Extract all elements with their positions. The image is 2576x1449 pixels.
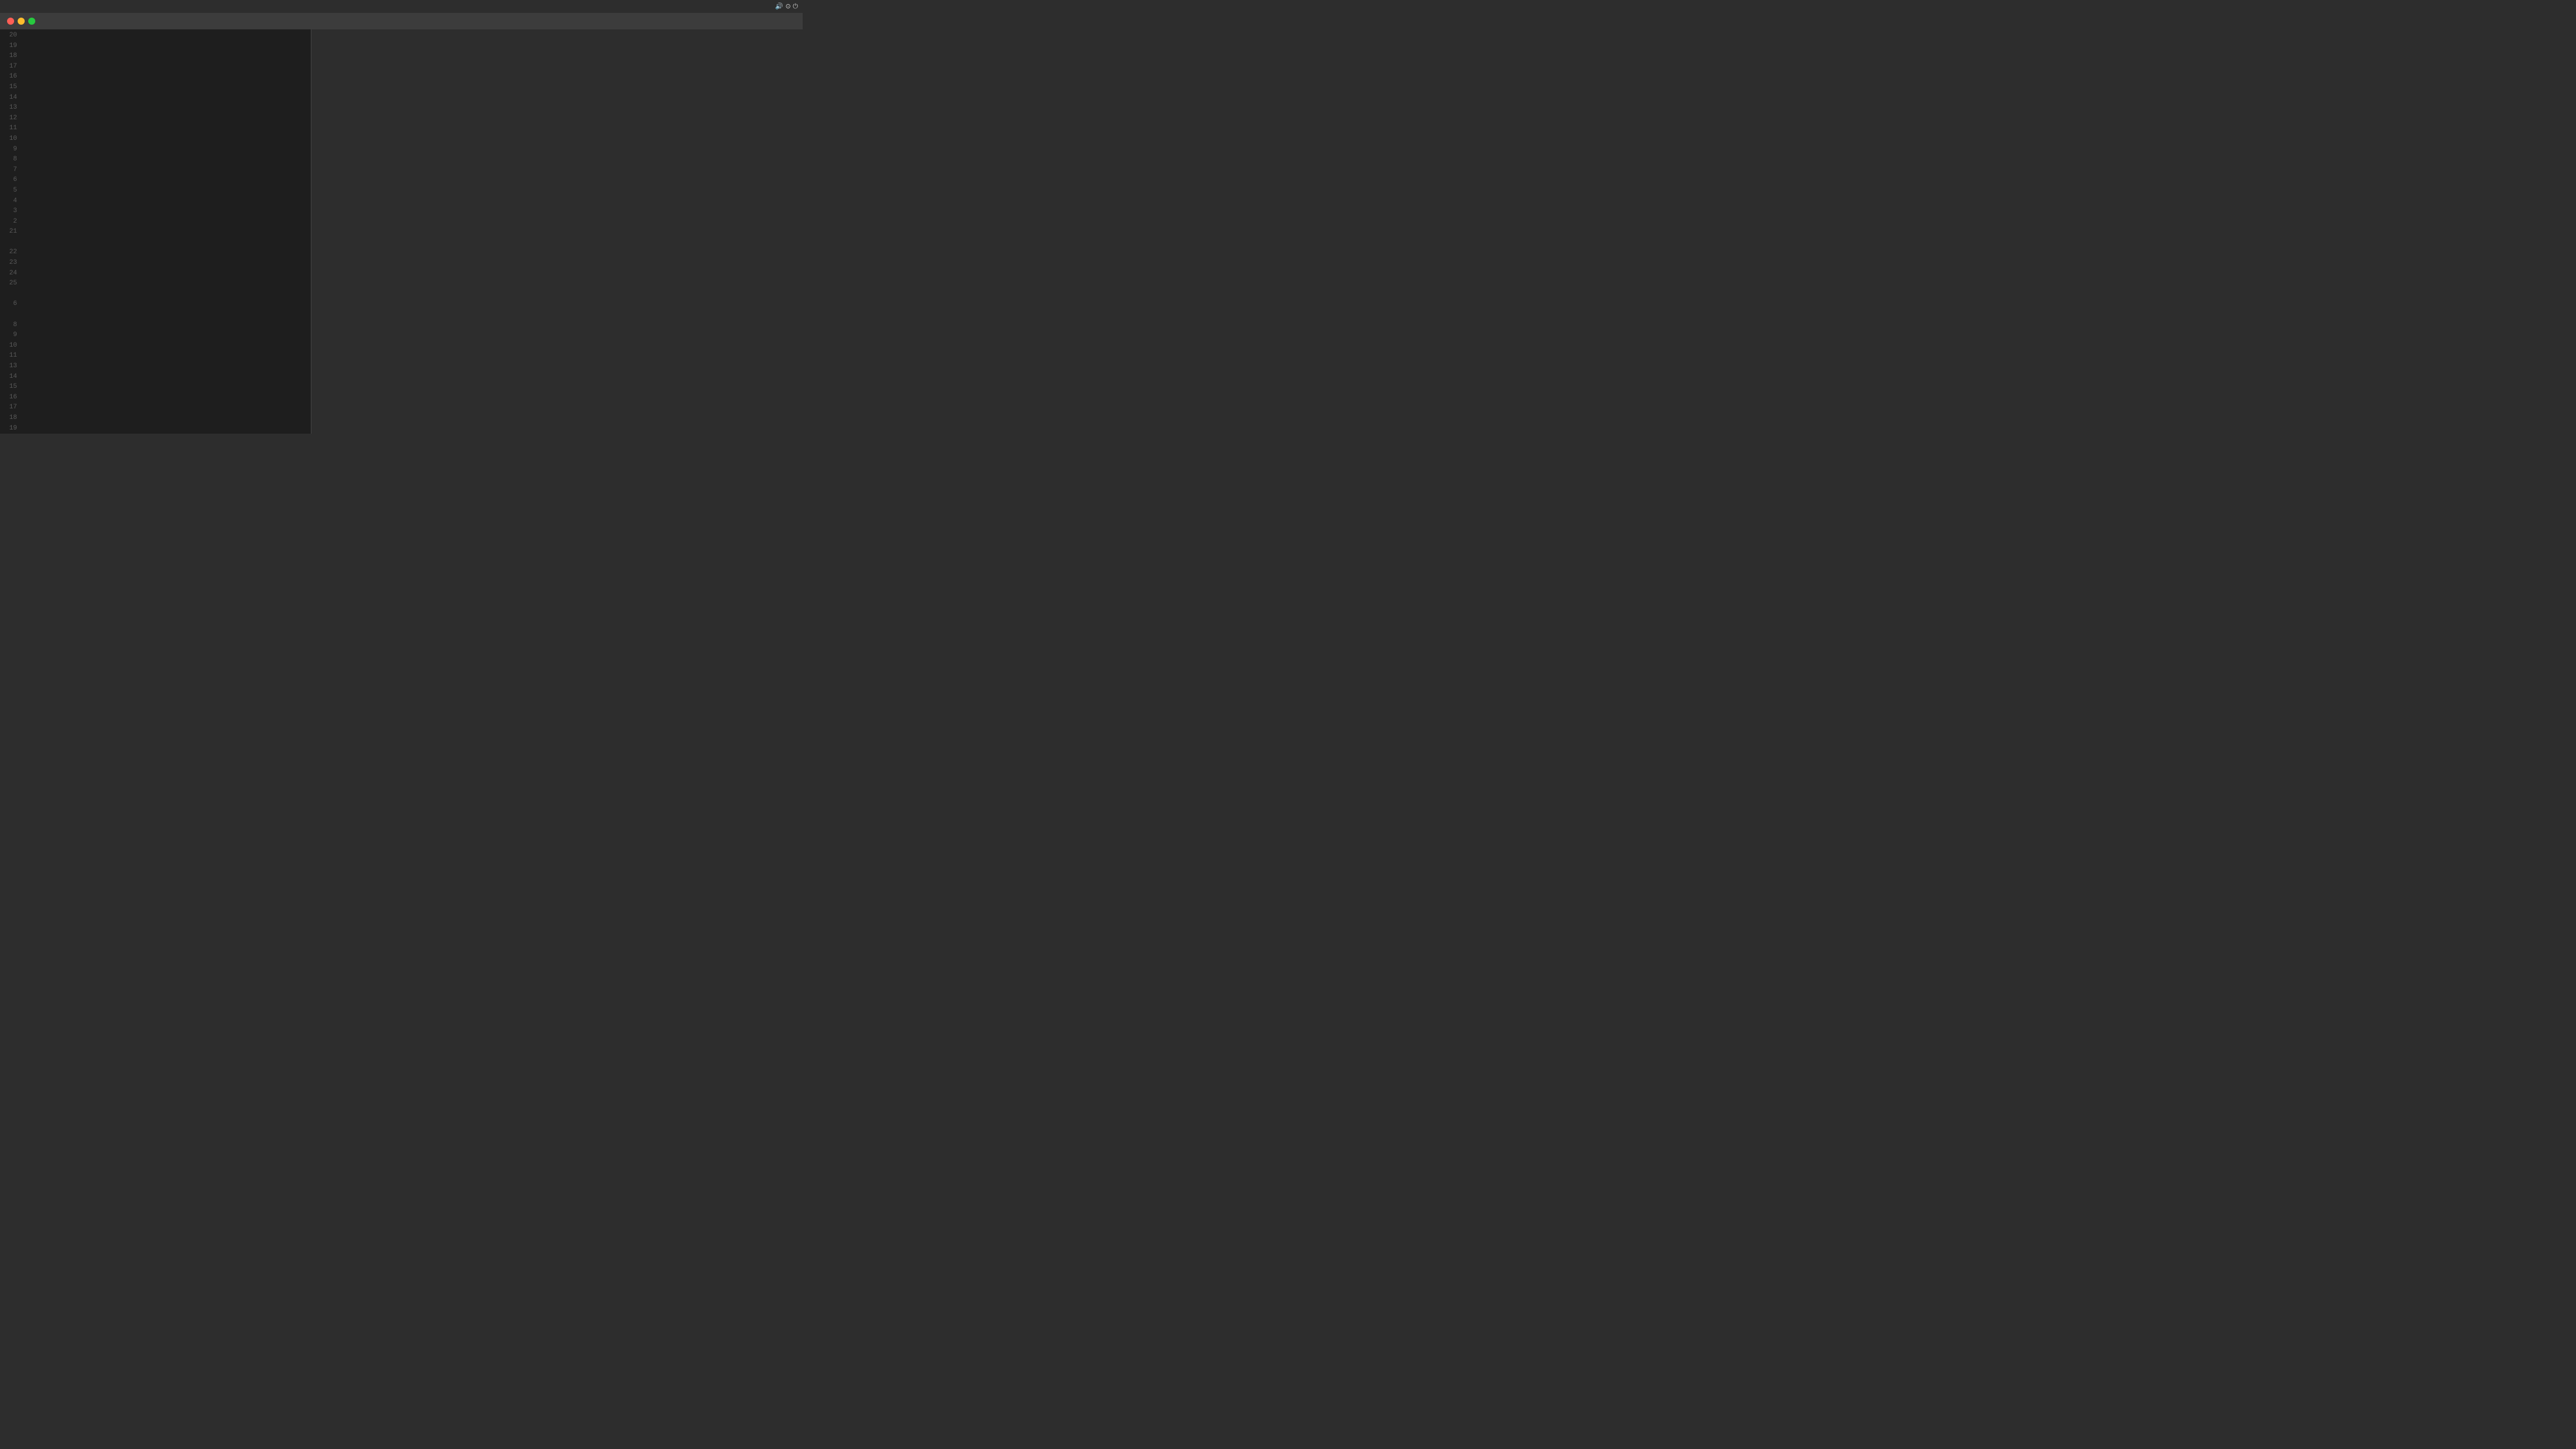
minimize-button[interactable] (18, 18, 25, 25)
code-text[interactable] (21, 29, 311, 434)
system-topbar: 🔊 ⊙ ⏻ (0, 0, 803, 13)
sys-icons: 🔊 ⊙ ⏻ (775, 2, 798, 11)
code-area: 20 19 18 17 16 15 14 13 12 11 10 9 8 7 6… (0, 29, 311, 434)
main-split: 20 19 18 17 16 15 14 13 12 11 10 9 8 7 6… (0, 29, 803, 434)
line-numbers: 20 19 18 17 16 15 14 13 12 11 10 9 8 7 6… (0, 29, 21, 434)
window-titlebar (0, 13, 803, 29)
maximize-button[interactable] (28, 18, 35, 25)
window-controls[interactable] (7, 18, 35, 25)
editor-panel[interactable]: 20 19 18 17 16 15 14 13 12 11 10 9 8 7 6… (0, 29, 311, 434)
topbar-right: 🔊 ⊙ ⏻ (768, 2, 798, 11)
close-button[interactable] (7, 18, 14, 25)
